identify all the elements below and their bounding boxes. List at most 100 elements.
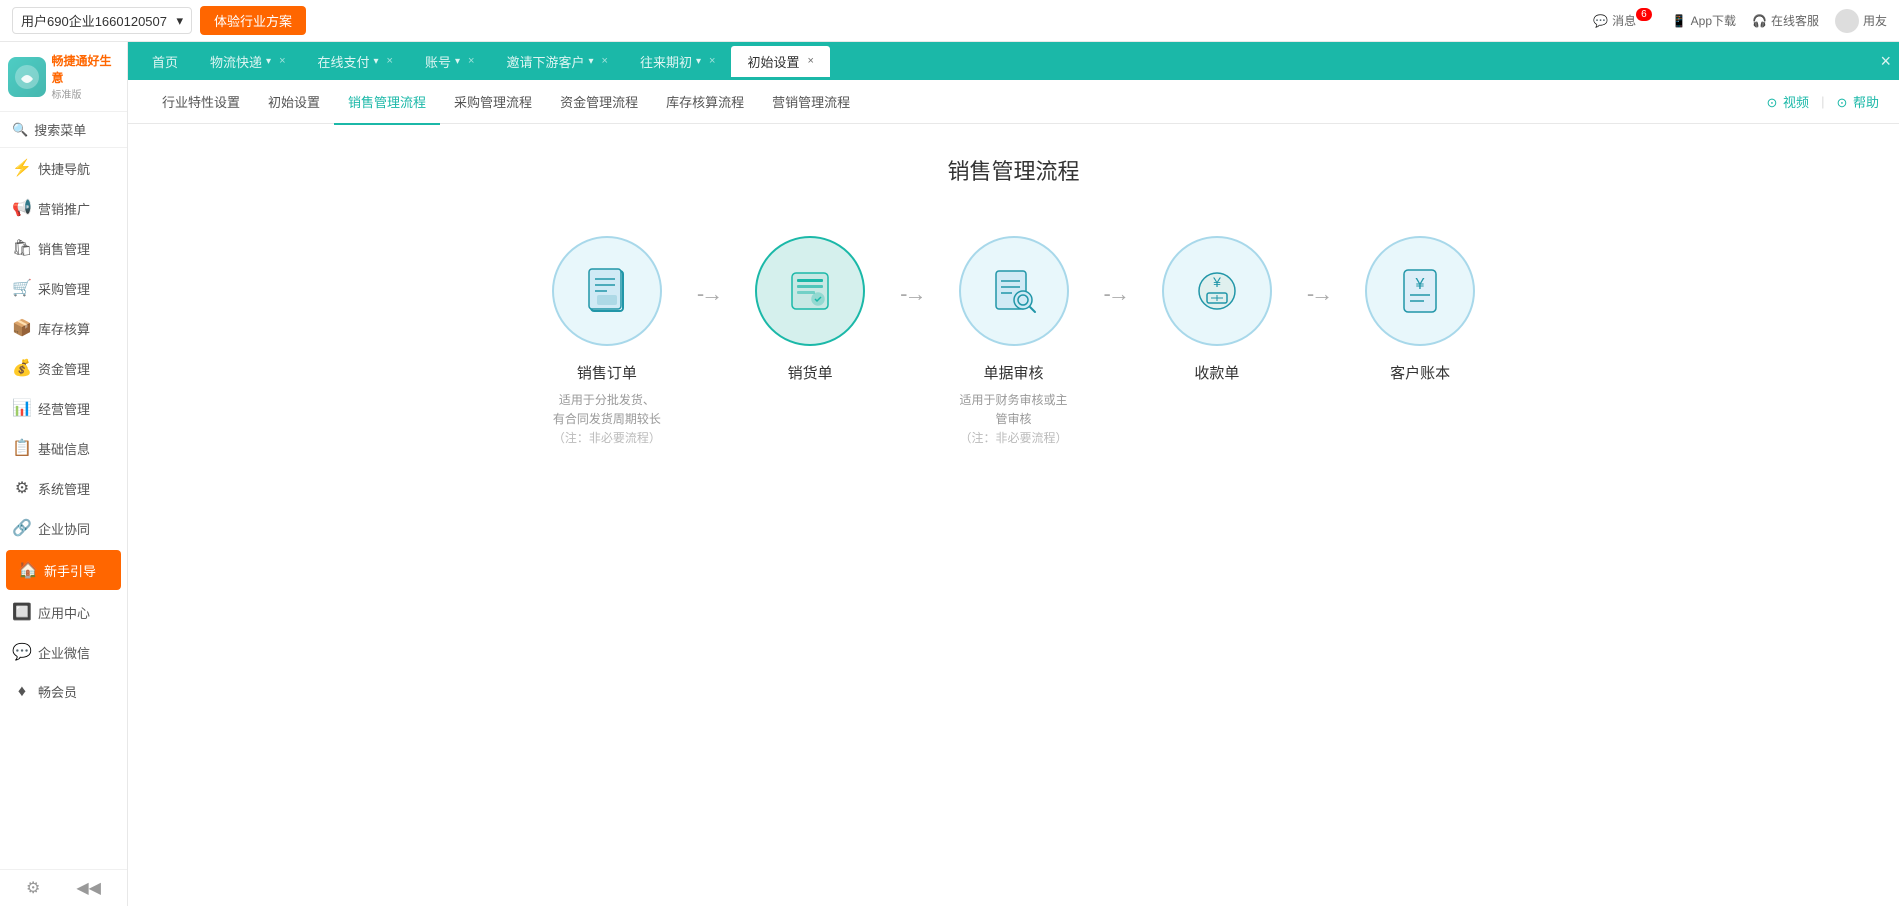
message-item[interactable]: 💬 消息 6 (1593, 12, 1656, 29)
logistics-close-icon[interactable]: × (279, 55, 285, 67)
sub-tabs: 行业特性设置 初始设置 销售管理流程 采购管理流程 资金管理流程 库存核算流程 (128, 80, 1899, 124)
user-name-label: 用友 (1863, 12, 1887, 29)
help-link[interactable]: ⊙ 帮助 (1836, 92, 1879, 111)
flow-step-receipt: ¥ 收款单 (1127, 236, 1307, 391)
message-label: 消息 (1612, 12, 1636, 29)
arrow4-icon: -→ (1307, 281, 1330, 307)
sub-tab-purchase-flow[interactable]: 采购管理流程 (440, 80, 546, 125)
nav-tab-invite[interactable]: 邀请下游客户 ▾ × (490, 46, 623, 77)
sidebar-item-sys-mgmt[interactable]: ⚙ 系统管理 (0, 468, 127, 508)
inventory-icon: 📦 (12, 318, 32, 338)
nav-tab-logistics-label: 物流快递 (210, 52, 262, 71)
sub-tab-sales-flow[interactable]: 销售管理流程 (334, 80, 440, 125)
delivery-icon (784, 265, 836, 317)
user-selector[interactable]: 用户690企业1660120507 ▾ (12, 7, 192, 34)
sidebar-item-operation[interactable]: 📊 经营管理 (0, 388, 127, 428)
sidebar-item-purchase-mgmt[interactable]: 🛒 采购管理 (0, 268, 127, 308)
app-download-icon: 📱 (1672, 14, 1687, 28)
logo-line2: 标准版 (52, 86, 120, 101)
nav-tab-period-init[interactable]: 往来期初 ▾ × (624, 46, 731, 77)
sub-tab-industry[interactable]: 行业特性设置 (148, 80, 254, 125)
online-service-label: 在线客服 (1771, 12, 1819, 29)
sidebar-label-sales-mgmt: 销售管理 (38, 239, 90, 258)
nav-tab-period-init-label: 往来期初 (640, 52, 692, 71)
payment-arrow-icon: ▾ (374, 56, 379, 67)
sidebar-search-item[interactable]: 🔍 搜索菜单 (0, 112, 127, 148)
quick-nav-icon: ⚡ (12, 158, 32, 178)
sidebar-item-new-guide[interactable]: 🏠 新手引导 (6, 550, 121, 590)
sidebar-item-quick-nav[interactable]: ⚡ 快捷导航 (0, 148, 127, 188)
online-service-item[interactable]: 🎧 在线客服 (1752, 12, 1819, 29)
user-selector-text: 用户690企业1660120507 (21, 11, 167, 30)
app-download-item[interactable]: 📱 App下载 (1672, 12, 1736, 29)
invite-close-icon[interactable]: × (602, 55, 608, 67)
divider: | (1821, 94, 1824, 109)
sidebar-item-app-center[interactable]: 🔲 应用中心 (0, 592, 127, 632)
sub-tab-sales-flow-label: 销售管理流程 (348, 95, 426, 110)
invite-arrow-icon: ▾ (588, 56, 593, 67)
settings-bottom-icon[interactable]: ⚙ (26, 878, 40, 898)
step5-title: 客户账本 (1390, 362, 1450, 383)
nav-tabs-close-all[interactable]: × (1880, 51, 1891, 72)
nav-tab-account[interactable]: 账号 ▾ × (409, 46, 490, 77)
new-guide-icon: 🏠 (18, 560, 38, 580)
collapse-icon[interactable]: ◀◀ (76, 878, 101, 898)
sidebar-item-inventory[interactable]: 📦 库存核算 (0, 308, 127, 348)
sub-tab-industry-label: 行业特性设置 (162, 95, 240, 110)
sidebar-label-quick-nav: 快捷导航 (38, 159, 90, 178)
flow-arrow-1: -→ (697, 236, 720, 307)
account-close-icon[interactable]: × (468, 55, 474, 67)
sidebar-label-vip: 畅会员 (38, 682, 77, 701)
flow-circle-audit (959, 236, 1069, 346)
nav-tab-home[interactable]: 首页 (136, 46, 194, 77)
video-link[interactable]: ⊙ 视频 (1767, 92, 1810, 111)
step2-title: 销货单 (788, 362, 833, 383)
payment-close-icon[interactable]: × (387, 55, 393, 67)
sidebar-item-enterprise-wx[interactable]: 💬 企业微信 (0, 632, 127, 672)
period-init-close-icon[interactable]: × (709, 55, 715, 67)
nav-tab-init-settings[interactable]: 初始设置 × (731, 46, 829, 77)
sidebar-logo: 畅捷通好生意 标准版 (0, 42, 127, 112)
customer-account-icon: ¥ (1394, 265, 1446, 317)
sidebar-item-collab[interactable]: 🔗 企业协同 (0, 508, 127, 548)
logistics-arrow-icon: ▾ (266, 56, 271, 67)
step1-desc: 适用于分批发货、有合同发货周期较长（注：非必要流程） (553, 391, 661, 449)
avatar-icon (1835, 9, 1859, 33)
user-avatar-item[interactable]: 用友 (1835, 9, 1887, 33)
top-bar-left: 用户690企业1660120507 ▾ 体验行业方案 (12, 6, 306, 35)
main-area: 畅捷通好生意 标准版 🔍 搜索菜单 ⚡ 快捷导航 📢 营销推广 🛍 销售管理 (0, 42, 1899, 906)
video-icon: ⊙ (1767, 95, 1778, 110)
nav-tab-invite-label: 邀请下游客户 (506, 52, 584, 71)
arrow3-icon: -→ (1104, 281, 1127, 307)
nav-tab-payment[interactable]: 在线支付 ▾ × (302, 46, 409, 77)
help-icon: ⊙ (1836, 95, 1847, 110)
sub-tab-marketing-flow[interactable]: 营销管理流程 (758, 80, 864, 125)
sidebar-item-marketing-promo[interactable]: 📢 营销推广 (0, 188, 127, 228)
top-bar-right: 💬 消息 6 📱 App下载 🎧 在线客服 用友 (1593, 9, 1887, 33)
nav-tab-logistics[interactable]: 物流快递 ▾ × (194, 46, 301, 77)
headset-icon: 🎧 (1752, 14, 1767, 28)
sub-tab-finance-flow[interactable]: 资金管理流程 (546, 80, 652, 125)
receipt-icon: ¥ (1191, 265, 1243, 317)
marketing-promo-icon: 📢 (12, 198, 32, 218)
page-title: 销售管理流程 (168, 154, 1859, 186)
sidebar-item-sales-mgmt[interactable]: 🛍 销售管理 (0, 228, 127, 268)
flow-diagram: 销售订单 适用于分批发货、有合同发货周期较长（注：非必要流程） -→ (168, 236, 1859, 449)
sub-tab-init[interactable]: 初始设置 (254, 80, 334, 125)
selector-arrow-icon: ▾ (176, 13, 183, 29)
operation-icon: 📊 (12, 398, 32, 418)
sidebar-item-basic-info[interactable]: 📋 基础信息 (0, 428, 127, 468)
period-init-arrow-icon: ▾ (696, 56, 701, 67)
sub-tab-inventory-flow[interactable]: 库存核算流程 (652, 80, 758, 125)
logo-text: 畅捷通好生意 标准版 (52, 52, 120, 101)
sidebar-item-vip[interactable]: ♦ 畅会员 (0, 672, 127, 711)
init-settings-close-icon[interactable]: × (807, 55, 813, 67)
sidebar: 畅捷通好生意 标准版 🔍 搜索菜单 ⚡ 快捷导航 📢 营销推广 🛍 销售管理 (0, 42, 128, 906)
sales-mgmt-icon: 🛍 (12, 238, 32, 258)
trial-button[interactable]: 体验行业方案 (200, 6, 306, 35)
flow-step-delivery: 销货单 (720, 236, 900, 391)
flow-step-customer-account: ¥ 客户账本 (1330, 236, 1510, 391)
nav-tab-payment-label: 在线支付 (318, 52, 370, 71)
sidebar-item-finance[interactable]: 💰 资金管理 (0, 348, 127, 388)
sub-tab-right: ⊙ 视频 | ⊙ 帮助 (1767, 92, 1879, 111)
